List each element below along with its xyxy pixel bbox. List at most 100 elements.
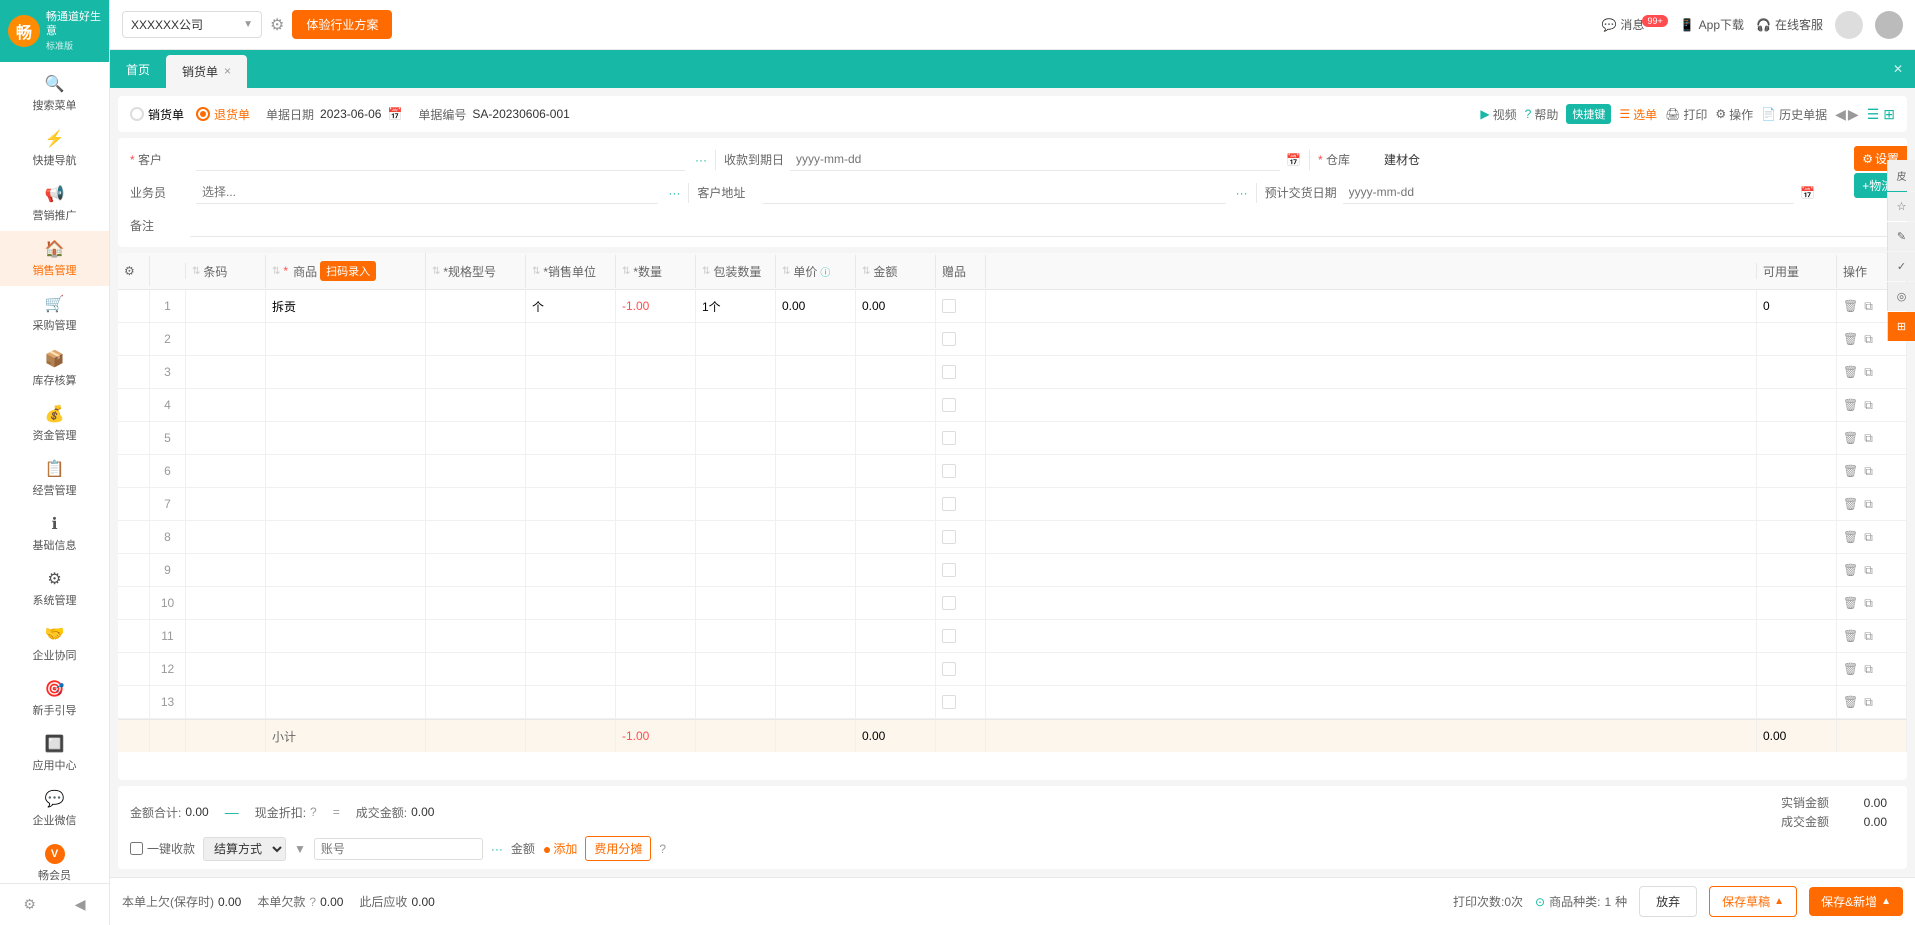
td-gift-1[interactable] <box>936 290 986 322</box>
float-btn-1[interactable]: 皮 <box>1887 160 1915 191</box>
one-click-payment-checkbox[interactable] <box>130 842 143 855</box>
sort-icon2[interactable]: ⇅ <box>272 266 280 277</box>
sidebar-item-system[interactable]: ⚙ 系统管理 <box>0 561 109 616</box>
sidebar-item-guide[interactable]: 🎯 新手引导 <box>0 671 109 726</box>
online-support-action[interactable]: 🎧 在线客服 <box>1756 16 1823 33</box>
copy-icon[interactable]: ⧉ <box>1864 365 1873 380</box>
customer-dots[interactable]: ··· <box>695 153 707 167</box>
sidebar-item-basic-info[interactable]: ℹ 基础信息 <box>0 506 109 561</box>
payment-date-input[interactable] <box>790 148 1280 171</box>
print-action[interactable]: 🖨 打印 <box>1665 106 1707 123</box>
sort-icon3[interactable]: ⇅ <box>432 266 440 277</box>
prev-arrow[interactable]: ◀ <box>1835 106 1846 123</box>
sidebar-item-collab[interactable]: 🤝 企业协同 <box>0 616 109 671</box>
shortcut-btn[interactable]: 快捷键 <box>1566 104 1611 124</box>
payment-date-calendar-icon[interactable]: 📅 <box>1286 153 1301 167</box>
sidebar-item-search[interactable]: 🔍 搜索菜单 <box>0 66 109 121</box>
sale-radio-label[interactable]: 销货单 <box>130 106 184 123</box>
copy-icon[interactable]: ⧉ <box>1864 596 1873 611</box>
delete-icon[interactable]: 🗑 <box>1843 530 1858 545</box>
copy-icon[interactable]: ⧉ <box>1864 431 1873 446</box>
sort-icon[interactable]: ⇅ <box>192 266 200 277</box>
copy-icon[interactable]: ⧉ <box>1864 530 1873 545</box>
copy-icon[interactable]: ⧉ <box>1864 332 1873 347</box>
avatar-extra[interactable] <box>1875 11 1903 39</box>
delete-icon[interactable]: 🗑 <box>1843 629 1858 644</box>
sort-icon6[interactable]: ⇅ <box>702 266 710 277</box>
copy-icon[interactable]: ⧉ <box>1864 563 1873 578</box>
sidebar-item-wechat[interactable]: 💬 企业微信 <box>0 781 109 836</box>
settle-method-select[interactable]: 结算方式 <box>203 837 286 861</box>
delete-icon[interactable]: 🗑 <box>1843 365 1858 380</box>
delete-icon[interactable]: 🗑 <box>1843 695 1858 710</box>
delete-icon[interactable]: 🗑 <box>1843 431 1858 446</box>
salesperson-dots[interactable]: ··· <box>668 186 680 200</box>
discard-btn[interactable]: 放弃 <box>1639 886 1697 917</box>
account-dots[interactable]: ··· <box>491 842 503 856</box>
close-button[interactable]: ✕ <box>1881 62 1915 76</box>
operate-action[interactable]: ⚙ 操作 <box>1715 106 1753 123</box>
return-radio[interactable] <box>196 107 210 121</box>
delete-icon[interactable]: 🗑 <box>1843 563 1858 578</box>
customer-input[interactable] <box>196 148 685 171</box>
delete-icon[interactable]: 🗑 <box>1843 464 1858 479</box>
fee-help-icon[interactable]: ? <box>659 842 666 856</box>
copy-icon[interactable]: ⧉ <box>1864 629 1873 644</box>
salesperson-input[interactable] <box>196 181 658 204</box>
gift-checkbox-1[interactable] <box>942 299 956 313</box>
sidebar-item-app-center[interactable]: 🔲 应用中心 <box>0 726 109 781</box>
next-arrow[interactable]: ▶ <box>1848 106 1859 123</box>
sort-icon4[interactable]: ⇅ <box>532 266 540 277</box>
settings-icon[interactable]: ⚙ <box>270 15 284 35</box>
sidebar-item-inventory[interactable]: 📦 库存核算 <box>0 341 109 396</box>
notes-input[interactable] <box>190 214 1895 237</box>
sort-icon7[interactable]: ⇅ <box>782 266 790 277</box>
select-action[interactable]: ☰ 选单 <box>1619 106 1657 123</box>
sale-radio[interactable] <box>130 107 144 121</box>
expected-date-input[interactable] <box>1343 181 1794 204</box>
discount-help-icon[interactable]: ? <box>310 805 317 819</box>
grid-view-icon[interactable]: ⊞ <box>1883 106 1895 123</box>
delete-icon[interactable]: 🗑 <box>1843 596 1858 611</box>
float-btn-circle[interactable]: ◎ <box>1887 282 1915 311</box>
trial-button[interactable]: 体验行业方案 <box>292 10 392 39</box>
delete-icon[interactable]: 🗑 <box>1843 497 1858 512</box>
customer-addr-input[interactable] <box>763 181 1225 204</box>
copy-icon[interactable]: ⧉ <box>1864 464 1873 479</box>
return-radio-label[interactable]: 退货单 <box>196 106 250 123</box>
save-draft-btn[interactable]: 保存草稿 ▲ <box>1709 886 1797 917</box>
price-info-icon[interactable]: ⓘ <box>820 264 830 279</box>
history-action[interactable]: 📄 历史单据 <box>1761 106 1827 123</box>
float-btn-check[interactable]: ✓ <box>1887 252 1915 281</box>
tab-home[interactable]: 首页 <box>110 53 166 86</box>
sidebar-item-quick-nav[interactable]: ⚡ 快捷导航 <box>0 121 109 176</box>
addr-dots[interactable]: ··· <box>1236 186 1248 200</box>
account-input[interactable] <box>314 838 483 860</box>
delete-icon-1[interactable]: 🗑 <box>1843 299 1858 314</box>
expected-date-calendar-icon[interactable]: 📅 <box>1800 186 1815 200</box>
save-new-btn[interactable]: 保存&新增 ▲ <box>1809 887 1903 916</box>
settings-footer-btn[interactable]: ⚙ <box>19 892 40 917</box>
sort-icon5[interactable]: ⇅ <box>622 266 630 277</box>
td-barcode-1[interactable] <box>186 290 266 322</box>
collapse-btn[interactable]: ◀ <box>71 892 90 917</box>
copy-icon[interactable]: ⧉ <box>1864 695 1873 710</box>
td-spec-1[interactable] <box>426 290 526 322</box>
copy-icon-1[interactable]: ⧉ <box>1864 299 1873 314</box>
copy-icon[interactable]: ⧉ <box>1864 398 1873 413</box>
delete-icon[interactable]: 🗑 <box>1843 398 1858 413</box>
sidebar-item-marketing[interactable]: 📢 营销推广 <box>0 176 109 231</box>
add-btn[interactable]: ● 添加 <box>543 840 577 857</box>
scan-btn[interactable]: 扫码录入 <box>320 261 376 281</box>
delete-icon[interactable]: 🗑 <box>1843 332 1858 347</box>
sidebar-item-sales[interactable]: 🏠 销售管理 <box>0 231 109 286</box>
sidebar-item-management[interactable]: 📋 经营管理 <box>0 451 109 506</box>
copy-icon[interactable]: ⧉ <box>1864 497 1873 512</box>
app-download-action[interactable]: 📱 App下载 <box>1680 16 1744 33</box>
th-settings[interactable]: ⚙ <box>118 256 150 286</box>
fee-split-btn[interactable]: 费用分摊 <box>585 836 651 861</box>
sidebar-item-member[interactable]: V 畅会员 <box>0 836 109 883</box>
help-action[interactable]: ? 帮助 <box>1525 106 1559 123</box>
delete-icon[interactable]: 🗑 <box>1843 662 1858 677</box>
copy-icon[interactable]: ⧉ <box>1864 662 1873 677</box>
